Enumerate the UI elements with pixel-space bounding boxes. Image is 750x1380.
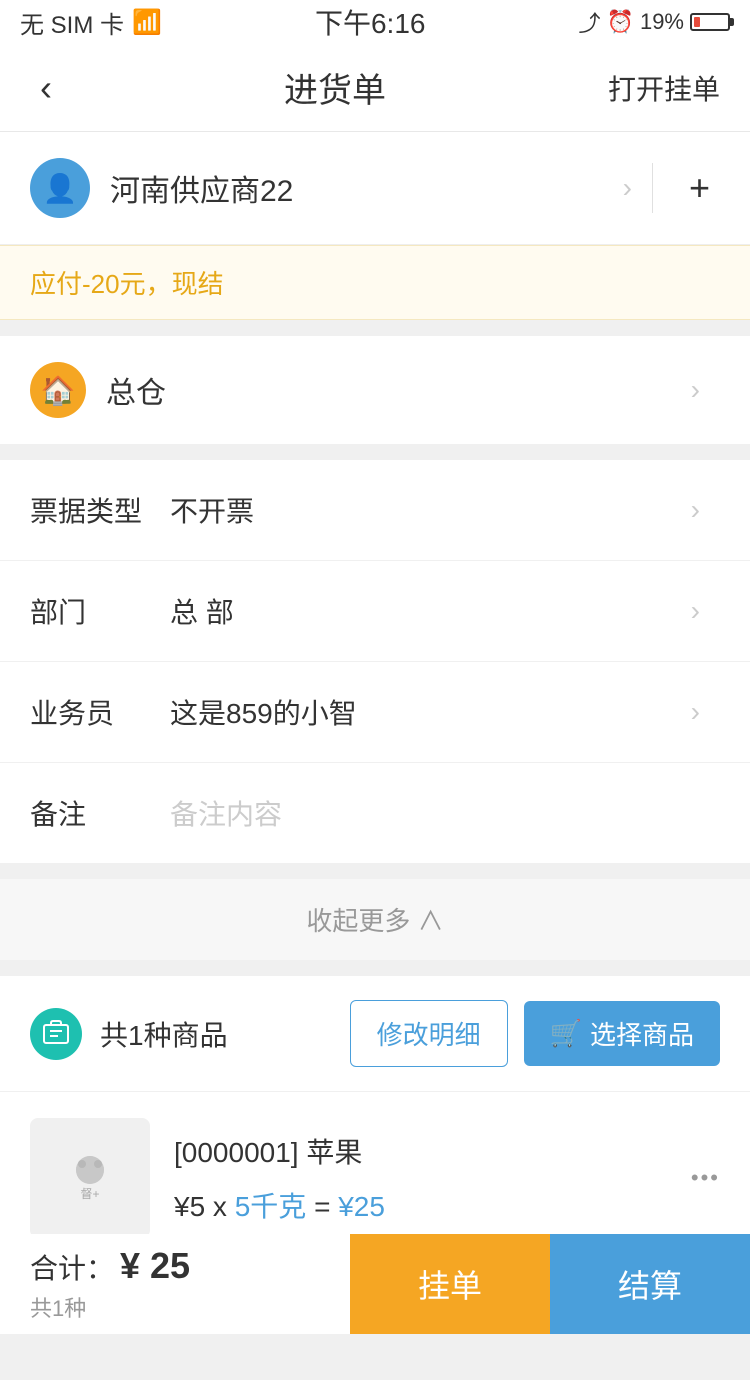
remark-value[interactable]: 备注内容 <box>160 793 720 833</box>
add-supplier-button[interactable]: + <box>679 162 720 214</box>
department-row[interactable]: 部门 总 部 › <box>0 561 750 662</box>
form-section: 票据类型 不开票 › 部门 总 部 › 业务员 这是859的小智 › 备注 备注… <box>0 460 750 863</box>
settle-button[interactable]: 结算 <box>550 1234 750 1334</box>
avatar-icon: 👤 <box>43 172 78 205</box>
cart-icon: 🛒 <box>550 1018 582 1049</box>
product-unit-price: ¥5 <box>174 1191 205 1222</box>
invoice-type-label: 票据类型 <box>30 490 160 530</box>
divider <box>652 163 653 213</box>
warehouse-section[interactable]: 🏠 总仓 › <box>0 336 750 444</box>
bottom-bar: 合计： ¥ 25 共1种 挂单 结算 <box>0 1234 750 1334</box>
supplier-row[interactable]: 👤 河南供应商22 › + <box>0 132 750 245</box>
warehouse-chevron-icon: › <box>691 374 700 406</box>
products-count-text: 共1种商品 <box>100 1014 350 1054</box>
salesperson-label: 业务员 <box>30 692 160 732</box>
status-time: 下午6:16 <box>315 2 426 42</box>
remark-row[interactable]: 备注 备注内容 <box>0 763 750 863</box>
products-section: 共1种商品 修改明细 🛒 选择商品 督+ [0000001] 苹果 ¥5 x <box>0 976 750 1264</box>
department-value: 总 部 <box>160 591 691 631</box>
main-content: 👤 河南供应商22 › + 应付-20元，现结 🏠 总仓 › 票据类型 不开票 … <box>0 132 750 1380</box>
total-sub-label: 共1种 <box>30 1291 320 1323</box>
status-bar: 无 SIM 卡 📶 下午6:16 ⤴ ⏰ 19% <box>0 0 750 44</box>
select-product-button[interactable]: 🛒 选择商品 <box>524 1001 720 1066</box>
total-section: 合计： ¥ 25 共1种 <box>0 1234 350 1334</box>
open-hang-button[interactable]: 打开挂单 <box>608 68 720 108</box>
product-quantity: 5千克 <box>235 1191 307 1222</box>
product-count-icon <box>30 1008 82 1060</box>
invoice-type-chevron-icon: › <box>691 494 700 526</box>
alarm-icon: ⏰ <box>607 9 634 35</box>
page-title: 进货单 <box>284 63 386 112</box>
invoice-type-row[interactable]: 票据类型 不开票 › <box>0 460 750 561</box>
select-product-label: 选择商品 <box>590 1015 694 1052</box>
supplier-chevron-icon: › <box>623 172 632 204</box>
equals-symbol: = <box>306 1191 338 1222</box>
sim-status: 无 SIM 卡 <box>20 5 124 40</box>
status-right: ⤴ ⏰ 19% <box>579 6 730 38</box>
salesperson-row[interactable]: 业务员 这是859的小智 › <box>0 662 750 763</box>
wifi-icon: 📶 <box>132 8 162 37</box>
warehouse-icon: 🏠 <box>30 362 86 418</box>
alert-banner: 应付-20元，现结 <box>0 245 750 320</box>
location-icon: ⤴ <box>579 6 601 38</box>
collapse-bar[interactable]: 收起更多 ∧ <box>0 879 750 960</box>
edit-detail-button[interactable]: 修改明细 <box>350 1000 508 1067</box>
product-info: [0000001] 苹果 ¥5 x 5千克 = ¥25 <box>174 1131 660 1225</box>
product-name: [0000001] 苹果 <box>174 1131 660 1171</box>
hang-button[interactable]: 挂单 <box>350 1234 550 1334</box>
status-left: 无 SIM 卡 📶 <box>20 5 162 40</box>
back-button[interactable]: ‹ <box>30 57 62 119</box>
total-amount: ¥ 25 <box>120 1245 190 1287</box>
supplier-avatar: 👤 <box>30 158 90 218</box>
total-label: 合计： <box>30 1247 114 1287</box>
supplier-section: 👤 河南供应商22 › + 应付-20元，现结 <box>0 132 750 320</box>
remark-label: 备注 <box>30 793 160 833</box>
svg-text:督+: 督+ <box>80 1186 99 1201</box>
product-thumbnail: 督+ <box>30 1118 150 1238</box>
battery-icon <box>690 13 730 31</box>
warehouse-name: 总仓 <box>106 368 691 412</box>
total-row: 合计： ¥ 25 <box>30 1245 320 1287</box>
department-label: 部门 <box>30 591 160 631</box>
invoice-type-value: 不开票 <box>160 490 691 530</box>
warehouse-house-icon: 🏠 <box>41 374 76 407</box>
supplier-name: 河南供应商22 <box>110 166 623 210</box>
salesperson-value: 这是859的小智 <box>160 692 691 732</box>
multiply-symbol: x <box>205 1191 235 1222</box>
salesperson-chevron-icon: › <box>691 696 700 728</box>
battery-percent: 19% <box>640 9 684 35</box>
products-header: 共1种商品 修改明细 🛒 选择商品 <box>0 976 750 1092</box>
product-price-row: ¥5 x 5千克 = ¥25 <box>174 1185 660 1225</box>
product-more-button[interactable]: ••• <box>660 1165 720 1191</box>
product-subtotal: ¥25 <box>338 1191 385 1222</box>
department-chevron-icon: › <box>691 595 700 627</box>
nav-bar: ‹ 进货单 打开挂单 <box>0 44 750 132</box>
